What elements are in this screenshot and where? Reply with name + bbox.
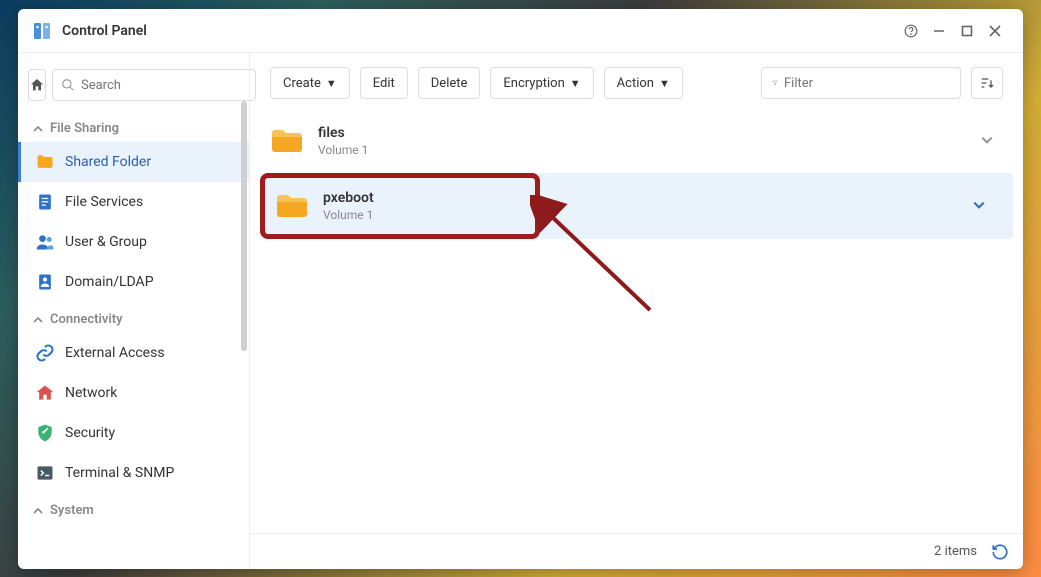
folder-icon bbox=[35, 152, 55, 172]
home-button[interactable] bbox=[28, 69, 46, 101]
folder-row[interactable]: files Volume 1 bbox=[260, 113, 1013, 169]
sidebar-item-label: External Access bbox=[65, 345, 165, 361]
sidebar-item-label: Security bbox=[65, 425, 115, 441]
caret-down-icon: ▼ bbox=[570, 77, 581, 90]
sidebar-item-label: File Services bbox=[65, 194, 143, 210]
sidebar-item-label: Network bbox=[65, 385, 117, 401]
users-icon bbox=[35, 232, 55, 252]
statusbar: 2 items bbox=[250, 533, 1023, 569]
sidebar-item-label: Terminal & SNMP bbox=[65, 465, 174, 481]
sidebar-section-label: System bbox=[50, 503, 94, 518]
chevron-up-icon bbox=[32, 314, 44, 326]
sidebar-item-label: Domain/LDAP bbox=[65, 274, 154, 290]
item-count: 2 items bbox=[934, 544, 977, 559]
chevron-down-icon[interactable] bbox=[963, 197, 995, 216]
sidebar-section-label: Connectivity bbox=[50, 312, 123, 327]
folder-icon bbox=[270, 127, 304, 155]
doc-icon bbox=[35, 192, 55, 212]
folder-location: Volume 1 bbox=[323, 208, 525, 222]
sidebar-item-label: User & Group bbox=[65, 234, 147, 250]
sidebar-item-network[interactable]: Network bbox=[18, 373, 249, 413]
action-button[interactable]: Action▼ bbox=[604, 67, 683, 99]
house-icon bbox=[35, 383, 55, 403]
folder-location: Volume 1 bbox=[318, 143, 957, 157]
shield-icon bbox=[35, 423, 55, 443]
sidebar-item-shared-folder[interactable]: Shared Folder bbox=[18, 142, 249, 182]
sidebar-item-user-group[interactable]: User & Group bbox=[18, 222, 249, 262]
search-box[interactable] bbox=[52, 69, 256, 101]
sidebar-section-header[interactable]: File Sharing bbox=[18, 111, 249, 142]
sidebar-item-label: Shared Folder bbox=[65, 154, 151, 170]
titlebar: Control Panel bbox=[18, 9, 1023, 53]
terminal-icon bbox=[35, 463, 55, 483]
control-panel-window: Control Panel File SharingShared FolderF… bbox=[18, 9, 1023, 569]
window-title: Control Panel bbox=[62, 23, 147, 39]
folder-row[interactable]: pxeboot Volume 1 bbox=[260, 173, 540, 239]
sidebar-scrollbar[interactable] bbox=[241, 101, 247, 351]
sidebar-item-domain-ldap[interactable]: Domain/LDAP bbox=[18, 262, 249, 302]
folder-icon bbox=[275, 192, 309, 220]
caret-down-icon: ▼ bbox=[326, 77, 337, 90]
sidebar: File Sharing Shared Folder File Services Us… bbox=[18, 53, 250, 569]
app-icon bbox=[32, 21, 52, 41]
close-button[interactable] bbox=[981, 17, 1009, 45]
encryption-button[interactable]: Encryption▼ bbox=[490, 67, 593, 99]
sidebar-item-terminal-snmp[interactable]: Terminal & SNMP bbox=[18, 453, 249, 493]
sort-button[interactable] bbox=[971, 67, 1003, 99]
sidebar-item-file-services[interactable]: File Services bbox=[18, 182, 249, 222]
refresh-button[interactable] bbox=[991, 543, 1009, 561]
folder-name: pxeboot bbox=[323, 190, 525, 206]
minimize-button[interactable] bbox=[925, 17, 953, 45]
sidebar-section-header[interactable]: System bbox=[18, 493, 249, 524]
maximize-button[interactable] bbox=[953, 17, 981, 45]
create-button[interactable]: Create▼ bbox=[270, 67, 350, 99]
chevron-up-icon bbox=[32, 123, 44, 135]
sidebar-section-label: File Sharing bbox=[50, 121, 119, 136]
search-input[interactable] bbox=[81, 78, 247, 93]
folder-name: files bbox=[318, 125, 957, 141]
toolbar: Create▼ Edit Delete Encryption▼ Action▼ bbox=[250, 53, 1023, 113]
sidebar-item-external-access[interactable]: External Access bbox=[18, 333, 249, 373]
edit-button[interactable]: Edit bbox=[360, 67, 408, 99]
caret-down-icon: ▼ bbox=[659, 77, 670, 90]
link-icon bbox=[35, 343, 55, 363]
sidebar-section-header[interactable]: Connectivity bbox=[18, 302, 249, 333]
filter-box[interactable] bbox=[761, 67, 961, 99]
ldap-icon bbox=[35, 272, 55, 292]
search-icon bbox=[61, 78, 75, 92]
help-button[interactable] bbox=[897, 17, 925, 45]
folder-row-container[interactable]: pxeboot Volume 1 bbox=[260, 173, 1013, 239]
folder-list: files Volume 1 pxeboot Volume 1 bbox=[250, 113, 1023, 533]
filter-input[interactable] bbox=[784, 76, 950, 91]
sidebar-item-security[interactable]: Security bbox=[18, 413, 249, 453]
main-panel: Create▼ Edit Delete Encryption▼ Action▼ … bbox=[250, 53, 1023, 569]
delete-button[interactable]: Delete bbox=[418, 67, 481, 99]
filter-icon bbox=[772, 76, 778, 90]
chevron-down-icon[interactable] bbox=[971, 132, 1003, 151]
chevron-up-icon bbox=[32, 505, 44, 517]
